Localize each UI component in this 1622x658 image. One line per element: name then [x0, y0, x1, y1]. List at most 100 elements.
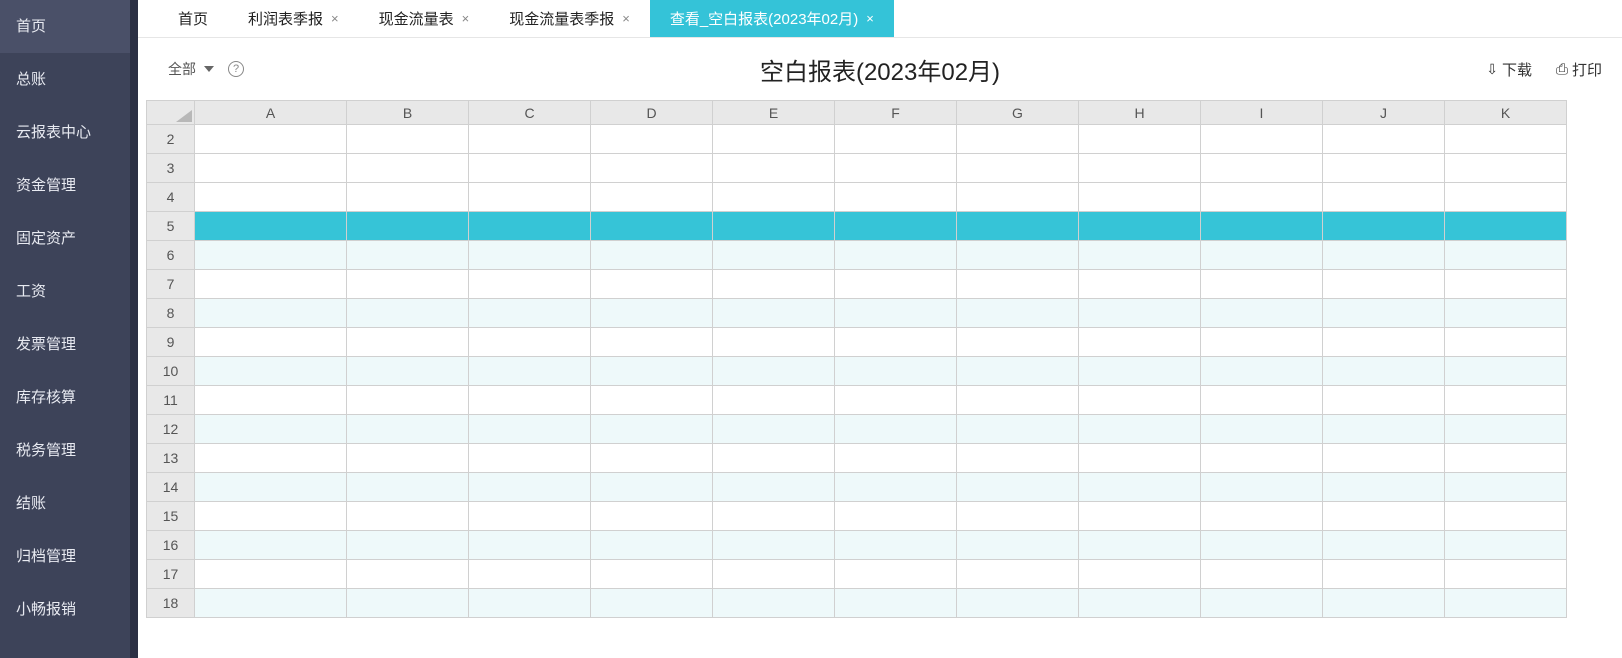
cell[interactable] [1201, 270, 1323, 299]
close-icon[interactable]: × [866, 11, 874, 26]
cell[interactable] [469, 241, 591, 270]
cell[interactable] [591, 531, 713, 560]
cell[interactable] [1445, 328, 1567, 357]
cell[interactable] [957, 299, 1079, 328]
filter-dropdown[interactable]: 全部 ? [168, 59, 244, 79]
cell[interactable] [347, 502, 469, 531]
cell[interactable] [1079, 415, 1201, 444]
cell[interactable] [835, 386, 957, 415]
sidebar-scrollbar[interactable] [130, 0, 138, 658]
cell[interactable] [1323, 241, 1445, 270]
cell[interactable] [1201, 328, 1323, 357]
cell[interactable] [1323, 386, 1445, 415]
sidebar-item[interactable]: 小畅报销 [0, 583, 130, 636]
cell[interactable] [1445, 386, 1567, 415]
cell[interactable] [347, 386, 469, 415]
cell[interactable] [195, 502, 347, 531]
cell[interactable] [591, 212, 713, 241]
cell[interactable] [713, 299, 835, 328]
cell[interactable] [1079, 299, 1201, 328]
cell[interactable] [1323, 183, 1445, 212]
cell[interactable] [1079, 589, 1201, 618]
cell[interactable] [713, 357, 835, 386]
tab[interactable]: 现金流量表季报× [489, 0, 650, 37]
cell[interactable] [1201, 444, 1323, 473]
row-header[interactable]: 5 [147, 212, 195, 241]
cell[interactable] [1445, 154, 1567, 183]
cell[interactable] [713, 328, 835, 357]
cell[interactable] [195, 386, 347, 415]
cell[interactable] [469, 589, 591, 618]
cell[interactable] [835, 270, 957, 299]
cell[interactable] [591, 444, 713, 473]
cell[interactable] [1323, 328, 1445, 357]
column-header[interactable]: I [1201, 101, 1323, 125]
cell[interactable] [591, 183, 713, 212]
cell[interactable] [1201, 473, 1323, 502]
row-header[interactable]: 6 [147, 241, 195, 270]
cell[interactable] [835, 502, 957, 531]
sidebar-item[interactable]: 总账 [0, 53, 130, 106]
cell[interactable] [835, 125, 957, 154]
cell[interactable] [957, 473, 1079, 502]
cell[interactable] [1079, 473, 1201, 502]
cell[interactable] [957, 531, 1079, 560]
cell[interactable] [1323, 125, 1445, 154]
cell[interactable] [957, 125, 1079, 154]
cell[interactable] [347, 473, 469, 502]
cell[interactable] [1079, 531, 1201, 560]
cell[interactable] [1323, 415, 1445, 444]
cell[interactable] [347, 589, 469, 618]
cell[interactable] [469, 183, 591, 212]
cell[interactable] [1445, 502, 1567, 531]
cell[interactable] [195, 357, 347, 386]
cell[interactable] [591, 270, 713, 299]
cell[interactable] [957, 415, 1079, 444]
row-header[interactable]: 14 [147, 473, 195, 502]
tab[interactable]: 首页 [158, 0, 228, 37]
cell[interactable] [835, 183, 957, 212]
cell[interactable] [469, 386, 591, 415]
cell[interactable] [347, 212, 469, 241]
cell[interactable] [835, 357, 957, 386]
cell[interactable] [347, 241, 469, 270]
cell[interactable] [1079, 125, 1201, 154]
cell[interactable] [957, 444, 1079, 473]
cell[interactable] [713, 154, 835, 183]
cell[interactable] [957, 212, 1079, 241]
cell[interactable] [957, 502, 1079, 531]
cell[interactable] [469, 212, 591, 241]
column-header[interactable]: E [713, 101, 835, 125]
cell[interactable] [1323, 154, 1445, 183]
cell[interactable] [591, 357, 713, 386]
cell[interactable] [195, 473, 347, 502]
cell[interactable] [1323, 502, 1445, 531]
cell[interactable] [347, 444, 469, 473]
cell[interactable] [347, 154, 469, 183]
cell[interactable] [469, 299, 591, 328]
cell[interactable] [1201, 560, 1323, 589]
cell[interactable] [195, 154, 347, 183]
cell[interactable] [469, 154, 591, 183]
cell[interactable] [957, 357, 1079, 386]
cell[interactable] [591, 154, 713, 183]
cell[interactable] [347, 328, 469, 357]
cell[interactable] [713, 386, 835, 415]
cell[interactable] [713, 125, 835, 154]
cell[interactable] [195, 531, 347, 560]
sidebar-item[interactable]: 结账 [0, 477, 130, 530]
cell[interactable] [713, 212, 835, 241]
close-icon[interactable]: × [622, 11, 630, 26]
cell[interactable] [713, 589, 835, 618]
cell[interactable] [591, 386, 713, 415]
row-header[interactable]: 2 [147, 125, 195, 154]
cell[interactable] [957, 154, 1079, 183]
cell[interactable] [835, 415, 957, 444]
row-header[interactable]: 3 [147, 154, 195, 183]
cell[interactable] [1445, 357, 1567, 386]
row-header[interactable]: 13 [147, 444, 195, 473]
cell[interactable] [195, 328, 347, 357]
sidebar-item[interactable]: 工资 [0, 265, 130, 318]
cell[interactable] [713, 560, 835, 589]
sidebar-item[interactable]: 库存核算 [0, 371, 130, 424]
